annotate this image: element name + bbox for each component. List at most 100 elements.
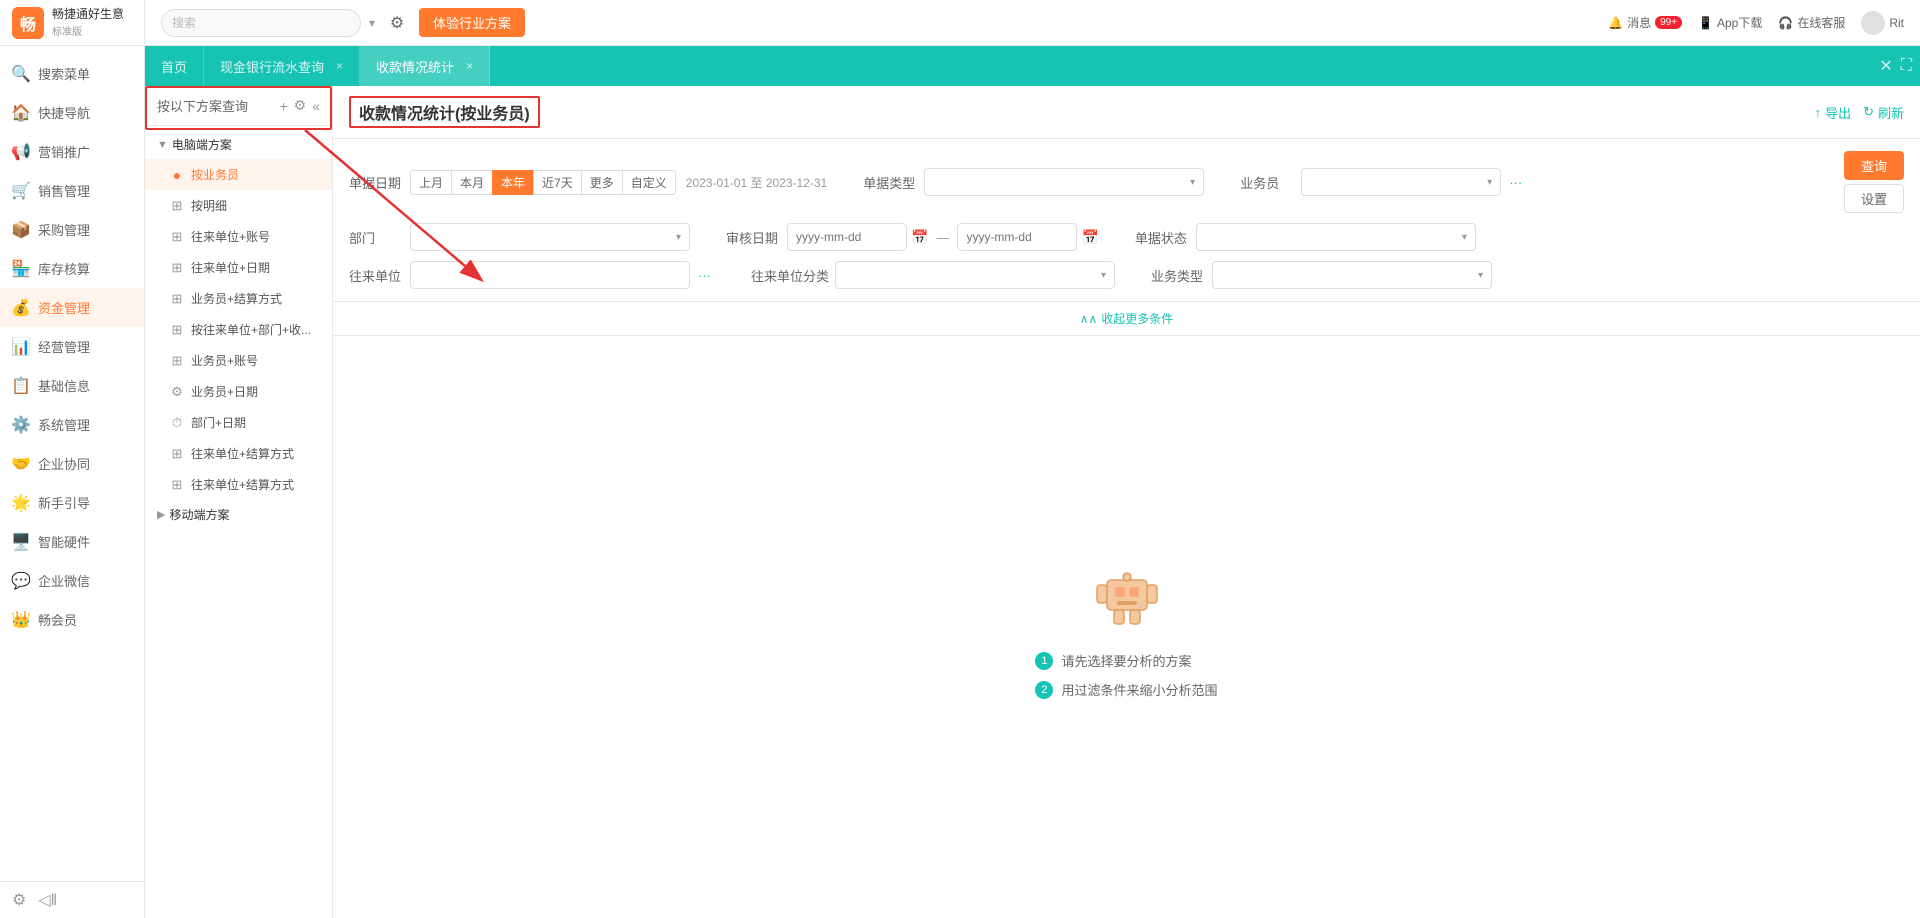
sidebar-item-inventory[interactable]: 🏪 库存核算 — [0, 249, 144, 288]
scheme-add-icon[interactable]: + — [279, 98, 287, 114]
scheme-item-salesman-date[interactable]: ⚙ 业务员+日期 — [145, 376, 332, 407]
date-tab-this-year[interactable]: 本年 — [492, 170, 533, 195]
filter-doc-status-label: 单据状态 — [1135, 228, 1190, 247]
scheme-collapse-icon[interactable]: « — [312, 98, 320, 114]
filter-doc-type-select[interactable]: ▾ — [924, 168, 1204, 196]
empty-steps: 1 请先选择要分析的方案 2 用过滤条件来缩小分析范围 — [1035, 651, 1217, 699]
app-logo-icon: 畅 — [12, 7, 44, 39]
scheme-item-partner-date[interactable]: ⊞ 往来单位+日期 — [145, 252, 332, 283]
doc-type-dropdown-icon: ▾ — [1190, 177, 1195, 188]
guide-icon: 🌟 — [12, 494, 30, 512]
filter-dept-select[interactable]: ▾ — [410, 223, 690, 251]
app-download-btn[interactable]: 📱 App下载 — [1698, 14, 1762, 31]
marketing-icon: 📢 — [12, 143, 30, 161]
user-info[interactable]: Rit — [1861, 11, 1904, 35]
sidebar-item-sales[interactable]: 🛒 销售管理 — [0, 171, 144, 210]
sidebar-item-wechat[interactable]: 💬 企业微信 — [0, 561, 144, 600]
scheme-item-salesman-account[interactable]: ⊞ 业务员+账号 — [145, 345, 332, 376]
partner-dept-icon: ⊞ — [169, 322, 185, 338]
sidebar-bottom: ⚙ ◁‖ — [0, 881, 144, 918]
tab-bar-right: ✕ ⛶ — [1879, 56, 1920, 76]
filter-date-label: 单据日期 — [349, 173, 404, 192]
salesman-more-btn[interactable]: ··· — [1505, 175, 1526, 190]
trial-button[interactable]: 体验行业方案 — [419, 8, 525, 37]
online-service-btn[interactable]: 🎧 在线客服 — [1778, 14, 1845, 31]
partner-date-icon: ⊞ — [169, 260, 185, 276]
refresh-btn[interactable]: ↻ 刷新 — [1863, 103, 1904, 122]
filter-biz-type-select[interactable]: ▾ — [1212, 261, 1492, 289]
date-tabs: 上月 本月 本年 近7天 更多 自定义 — [410, 170, 676, 195]
messages-btn[interactable]: 🔔 消息 99+ — [1608, 14, 1682, 31]
scheme-item-partner-settle1[interactable]: ⊞ 往来单位+结算方式 — [145, 438, 332, 469]
calendar-to-icon[interactable]: 📅 — [1081, 229, 1098, 246]
scheme-settings-icon[interactable]: ⚙ — [294, 97, 307, 114]
sidebar-item-collab[interactable]: 🤝 企业协同 — [0, 444, 144, 483]
filter-settings-button[interactable]: 设置 — [1844, 184, 1904, 213]
sidebar-item-hardware[interactable]: 🖥️ 智能硬件 — [0, 522, 144, 561]
query-button[interactable]: 查询 — [1844, 151, 1904, 180]
date-tab-last-month[interactable]: 上月 — [410, 170, 451, 195]
settings-bottom-icon[interactable]: ⚙ — [12, 890, 26, 910]
sidebar-item-marketing[interactable]: 📢 营销推广 — [0, 132, 144, 171]
filter-salesman-select[interactable]: ▾ — [1301, 168, 1501, 196]
empty-step-1: 1 请先选择要分析的方案 — [1035, 651, 1217, 670]
sidebar-item-member[interactable]: 👑 畅会员 — [0, 600, 144, 639]
dropdown-arrow-icon[interactable]: ▾ — [369, 16, 375, 30]
tab-home[interactable]: 首页 — [145, 46, 204, 86]
export-btn[interactable]: ↑ 导出 — [1815, 103, 1852, 122]
sidebar-item-base[interactable]: 📋 基础信息 — [0, 366, 144, 405]
scheme-item-by-salesman[interactable]: ● 按业务员 — [145, 159, 332, 190]
scheme-item-detail[interactable]: ⊞ 按明细 — [145, 190, 332, 221]
collapse-sidebar-icon[interactable]: ◁‖ — [38, 890, 57, 910]
tab-close-icon-2[interactable]: × — [466, 59, 473, 73]
partner-settle1-icon: ⊞ — [169, 446, 185, 462]
partner-more-btn[interactable]: ··· — [694, 268, 715, 283]
audit-date-from-input[interactable] — [787, 223, 907, 251]
tab-close-icon-1[interactable]: × — [336, 59, 343, 73]
sidebar-item-system[interactable]: ⚙️ 系统管理 — [0, 405, 144, 444]
scheme-list: ▼ 电脑端方案 ● 按业务员 ⊞ 按明细 ⊞ 往来单位+账号 ⊞ 往来单位+日期… — [145, 126, 332, 918]
sidebar-item-nav[interactable]: 🏠 快捷导航 — [0, 93, 144, 132]
sales-icon: 🛒 — [12, 182, 30, 200]
scheme-group-desktop[interactable]: ▼ 电脑端方案 — [145, 130, 332, 159]
filter-partner-category-select[interactable]: ▾ — [835, 261, 1115, 289]
member-icon: 👑 — [12, 611, 30, 629]
sidebar-item-search[interactable]: 🔍 搜索菜单 — [0, 54, 144, 93]
tab-collection-stats[interactable]: 收款情况统计 × — [360, 46, 490, 86]
tab-fullscreen-icon[interactable]: ⛶ — [1901, 57, 1912, 75]
left-sidebar: 畅 畅捷通好生意 标准版 🔍 搜索菜单 🏠 快捷导航 📢 营销推广 🛒 销售管理… — [0, 0, 145, 918]
date-tab-7days[interactable]: 近7天 — [533, 170, 581, 195]
scheme-item-salesman-settle[interactable]: ⊞ 业务员+结算方式 — [145, 283, 332, 314]
header-right: 🔔 消息 99+ 📱 App下载 🎧 在线客服 Rit — [1608, 11, 1904, 35]
sidebar-item-finance[interactable]: 💰 资金管理 — [0, 288, 144, 327]
audit-date-to-input[interactable] — [957, 223, 1077, 251]
filter-partner-control: ··· — [410, 261, 715, 289]
date-tab-this-month[interactable]: 本月 — [451, 170, 492, 195]
scheme-group-mobile[interactable]: ▶ 移动端方案 — [145, 500, 332, 529]
scheme-item-partner-settle2[interactable]: ⊞ 往来单位+结算方式 — [145, 469, 332, 500]
tab-bank-flow[interactable]: 现金银行流水查询 × — [204, 46, 360, 86]
tab-close-all-icon[interactable]: ✕ — [1879, 56, 1892, 76]
collapse-bar[interactable]: ∧∧ 收起更多条件 — [333, 302, 1920, 336]
filter-row-2: 部门 ▾ 审核日期 📅 — 📅 — [349, 223, 1904, 251]
date-tab-custom[interactable]: 自定义 — [622, 170, 676, 195]
partner-account-icon: ⊞ — [169, 229, 185, 245]
purchase-icon: 📦 — [12, 221, 30, 239]
filter-doc-status-select[interactable]: ▾ — [1196, 223, 1476, 251]
calendar-from-icon[interactable]: 📅 — [911, 229, 928, 246]
filter-partner-select[interactable] — [410, 261, 690, 289]
sidebar-item-guide[interactable]: 🌟 新手引导 — [0, 483, 144, 522]
top-settings-icon[interactable]: ⚙ — [383, 9, 411, 37]
wechat-icon: 💬 — [12, 572, 30, 590]
scheme-item-dept-date[interactable]: ⏱ 部门+日期 — [145, 407, 332, 438]
empty-step-2: 2 用过滤条件来缩小分析范围 — [1035, 680, 1217, 699]
sidebar-item-purchase[interactable]: 📦 采购管理 — [0, 210, 144, 249]
sidebar-item-management[interactable]: 📊 经营管理 — [0, 327, 144, 366]
scheme-item-partner-dept[interactable]: ⊞ 按往来单位+部门+收... — [145, 314, 332, 345]
scheme-header-title: 按以下方案查询 — [157, 96, 275, 115]
scheme-panel: 按以下方案查询 + ⚙ « ▼ 电脑端方案 ● 按业务员 ⊞ 按明细 — [145, 86, 333, 918]
date-tab-more[interactable]: 更多 — [581, 170, 622, 195]
headset-icon: 🎧 — [1778, 16, 1793, 30]
bell-icon: 🔔 — [1608, 16, 1623, 30]
scheme-item-partner-account[interactable]: ⊞ 往来单位+账号 — [145, 221, 332, 252]
